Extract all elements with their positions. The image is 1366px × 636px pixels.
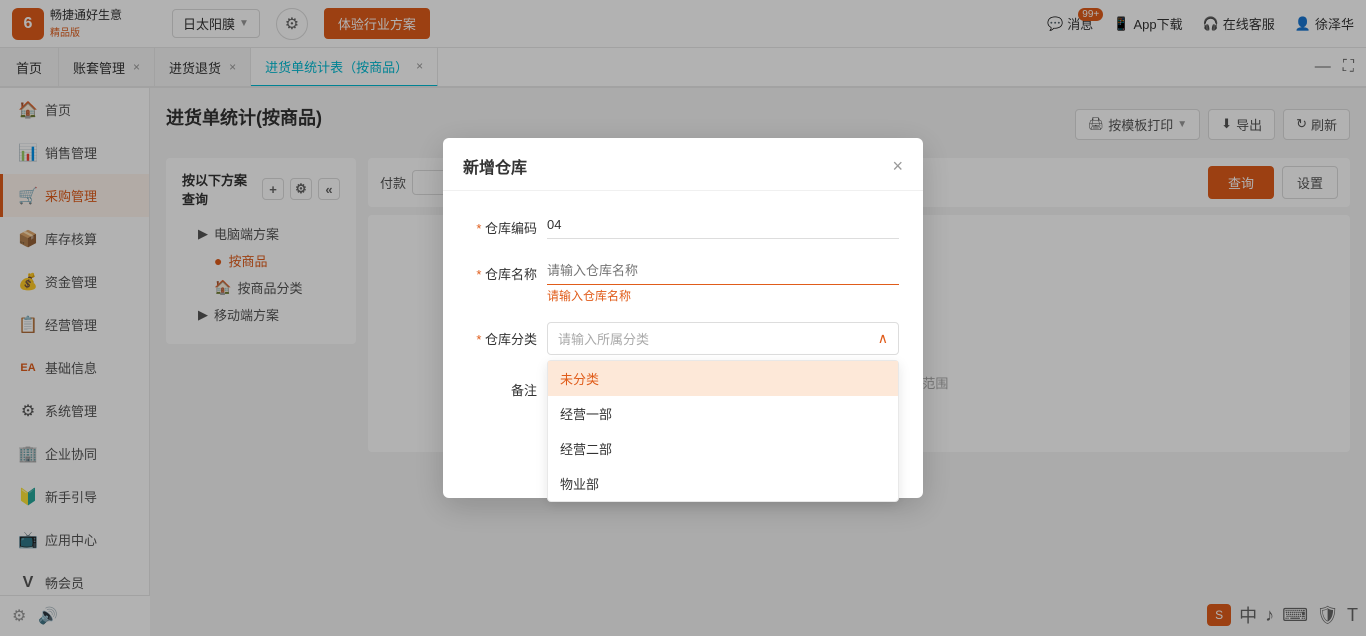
form-row-code: 仓库编码 bbox=[467, 211, 899, 239]
name-label: 仓库名称 bbox=[467, 257, 537, 283]
dropdown-item-uncategorized[interactable]: 未分类 bbox=[548, 361, 898, 396]
dropdown-item-dept1[interactable]: 经营一部 bbox=[548, 396, 898, 431]
name-error-message: 请输入仓库名称 bbox=[547, 287, 899, 304]
modal-close-button[interactable]: × bbox=[892, 156, 903, 177]
category-field: 请输入所属分类 ∧ 未分类 经营一部 经营二部 bbox=[547, 322, 899, 355]
form-row-name: 仓库名称 请输入仓库名称 bbox=[467, 257, 899, 304]
category-dropdown[interactable]: 请输入所属分类 ∧ bbox=[547, 322, 899, 355]
form-row-category: 仓库分类 请输入所属分类 ∧ 未分类 经营一部 bbox=[467, 322, 899, 355]
category-dropdown-popup: 未分类 经营一部 经营二部 物业部 bbox=[547, 360, 899, 502]
dropdown-item-dept2[interactable]: 经营二部 bbox=[548, 431, 898, 466]
modal-add-warehouse: 新增仓库 × 仓库编码 仓库名称 请输入仓库名称 仓库分类 bbox=[443, 138, 923, 498]
category-label: 仓库分类 bbox=[467, 322, 537, 348]
code-label: 仓库编码 bbox=[467, 211, 537, 237]
category-dropdown-icon: ∧ bbox=[878, 330, 888, 347]
modal-overlay: 新增仓库 × 仓库编码 仓库名称 请输入仓库名称 仓库分类 bbox=[0, 0, 1366, 636]
name-field: 请输入仓库名称 bbox=[547, 257, 899, 304]
dropdown-item-property[interactable]: 物业部 bbox=[548, 466, 898, 501]
name-input[interactable] bbox=[547, 257, 899, 285]
code-field bbox=[547, 211, 899, 239]
note-label: 备注 bbox=[467, 373, 537, 399]
category-placeholder: 请输入所属分类 bbox=[558, 329, 649, 348]
modal-header: 新增仓库 × bbox=[443, 138, 923, 191]
code-input[interactable] bbox=[547, 211, 899, 239]
modal-body: 仓库编码 仓库名称 请输入仓库名称 仓库分类 请输入所属分类 bbox=[443, 191, 923, 435]
modal-title: 新增仓库 bbox=[463, 154, 527, 178]
